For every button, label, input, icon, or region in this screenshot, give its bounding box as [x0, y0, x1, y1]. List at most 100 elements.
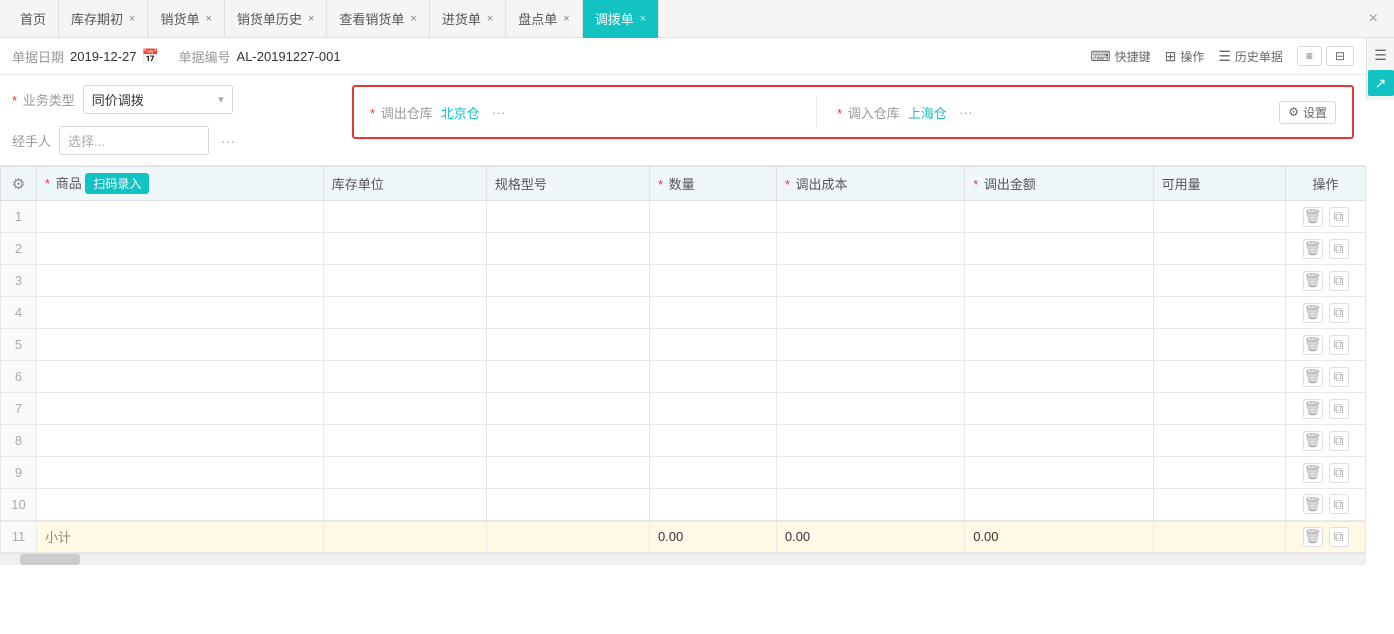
qty-cell[interactable] [649, 489, 776, 521]
amount-cell[interactable] [965, 489, 1153, 521]
delete-row-icon[interactable]: 🗑 [1303, 431, 1323, 451]
amount-cell[interactable] [965, 201, 1153, 233]
spec-cell[interactable] [486, 489, 649, 521]
cost-cell[interactable] [776, 329, 964, 361]
unit-cell[interactable] [323, 297, 486, 329]
cost-cell[interactable] [776, 361, 964, 393]
handler-select[interactable]: 选择... [59, 126, 209, 155]
available-cell[interactable] [1153, 329, 1285, 361]
cost-cell[interactable] [776, 489, 964, 521]
delete-row-icon[interactable]: 🗑 [1303, 494, 1323, 514]
cost-cell[interactable] [776, 425, 964, 457]
spec-cell[interactable] [486, 265, 649, 297]
horizontal-scrollbar[interactable] [0, 553, 1366, 565]
amount-cell[interactable] [965, 393, 1153, 425]
qty-cell[interactable] [649, 329, 776, 361]
shortcut-key-button[interactable]: ⌨ 快捷键 [1090, 48, 1150, 65]
history-button[interactable]: ☰ 历史单据 [1218, 48, 1283, 65]
column-settings-icon[interactable]: ⚙ [12, 176, 25, 193]
delete-row-icon[interactable]: 🗑 [1303, 367, 1323, 387]
delete-row-icon[interactable]: 🗑 [1303, 303, 1323, 323]
copy-row-icon[interactable]: ⧉ [1329, 271, 1349, 291]
layout-button-2[interactable]: ⊟ [1326, 46, 1354, 66]
qty-cell[interactable] [649, 297, 776, 329]
spec-cell[interactable] [486, 201, 649, 233]
copy-row-icon[interactable]: ⧉ [1329, 303, 1349, 323]
operation-button[interactable]: ⊞ 操作 [1165, 48, 1205, 65]
sidebar-doc-icon[interactable]: ☰ [1368, 42, 1394, 68]
available-cell[interactable] [1153, 457, 1285, 489]
unit-cell[interactable] [323, 489, 486, 521]
unit-cell[interactable] [323, 233, 486, 265]
tab-view-sales-close[interactable]: × [410, 13, 416, 25]
qty-cell[interactable] [649, 393, 776, 425]
source-warehouse-value[interactable]: 北京仓 [441, 103, 480, 122]
tab-sales-order-close[interactable]: × [205, 13, 211, 25]
amount-cell[interactable] [965, 457, 1153, 489]
unit-cell[interactable] [323, 457, 486, 489]
amount-cell[interactable] [965, 297, 1153, 329]
product-cell[interactable] [37, 361, 324, 393]
spec-cell[interactable] [486, 425, 649, 457]
form-settings-button[interactable]: ⚙ 设置 [1279, 101, 1336, 124]
tab-transfer[interactable]: 调拨单 × [583, 0, 659, 38]
spec-cell[interactable] [486, 297, 649, 329]
amount-cell[interactable] [965, 361, 1153, 393]
source-warehouse-more-button[interactable]: ··· [488, 104, 510, 120]
copy-row-icon[interactable]: ⧉ [1329, 207, 1349, 227]
scrollbar-thumb[interactable] [20, 554, 80, 565]
tab-sales-history[interactable]: 销货单历史 × [225, 0, 327, 38]
amount-cell[interactable] [965, 425, 1153, 457]
handler-more-button[interactable]: ··· [217, 133, 239, 149]
sidebar-export-icon[interactable]: ↗ [1368, 70, 1394, 96]
target-warehouse-more-button[interactable]: ··· [955, 104, 977, 120]
product-cell[interactable] [37, 297, 324, 329]
available-cell[interactable] [1153, 425, 1285, 457]
available-cell[interactable] [1153, 265, 1285, 297]
tab-initial-stock-close[interactable]: × [129, 13, 135, 25]
amount-cell[interactable] [965, 265, 1153, 297]
spec-cell[interactable] [486, 361, 649, 393]
available-cell[interactable] [1153, 361, 1285, 393]
copy-row-icon[interactable]: ⧉ [1329, 399, 1349, 419]
business-type-select[interactable]: 同价调拨 ▾ [83, 85, 233, 114]
available-cell[interactable] [1153, 297, 1285, 329]
target-warehouse-value[interactable]: 上海仓 [908, 103, 947, 122]
product-cell[interactable] [37, 393, 324, 425]
tab-sales-order[interactable]: 销货单 × [148, 0, 224, 38]
tab-purchase-order-close[interactable]: × [487, 13, 493, 25]
qty-cell[interactable] [649, 265, 776, 297]
unit-cell[interactable] [323, 393, 486, 425]
amount-cell[interactable] [965, 329, 1153, 361]
delete-row-icon[interactable]: 🗑 [1303, 207, 1323, 227]
tab-home[interactable]: 首页 [8, 0, 59, 38]
qty-cell[interactable] [649, 233, 776, 265]
unit-cell[interactable] [323, 265, 486, 297]
unit-cell[interactable] [323, 425, 486, 457]
cost-cell[interactable] [776, 393, 964, 425]
spec-cell[interactable] [486, 233, 649, 265]
tab-view-sales[interactable]: 查看销货单 × [327, 0, 429, 38]
cost-cell[interactable] [776, 201, 964, 233]
product-cell[interactable] [37, 265, 324, 297]
product-cell[interactable] [37, 201, 324, 233]
product-cell[interactable] [37, 489, 324, 521]
col-gear[interactable]: ⚙ [1, 167, 37, 201]
delete-row-icon[interactable]: 🗑 [1303, 239, 1323, 259]
window-close-button[interactable]: × [1361, 10, 1386, 28]
qty-cell[interactable] [649, 201, 776, 233]
spec-cell[interactable] [486, 457, 649, 489]
product-cell[interactable] [37, 329, 324, 361]
delete-icon[interactable]: 🗑 [1303, 527, 1323, 547]
available-cell[interactable] [1153, 201, 1285, 233]
product-cell[interactable] [37, 425, 324, 457]
tab-initial-stock[interactable]: 库存期初 × [59, 0, 148, 38]
copy-row-icon[interactable]: ⧉ [1329, 463, 1349, 483]
spec-cell[interactable] [486, 393, 649, 425]
copy-icon[interactable]: ⧉ [1329, 527, 1349, 547]
delete-row-icon[interactable]: 🗑 [1303, 271, 1323, 291]
unit-cell[interactable] [323, 329, 486, 361]
delete-row-icon[interactable]: 🗑 [1303, 463, 1323, 483]
copy-row-icon[interactable]: ⧉ [1329, 494, 1349, 514]
tab-inventory-close[interactable]: × [563, 13, 569, 25]
